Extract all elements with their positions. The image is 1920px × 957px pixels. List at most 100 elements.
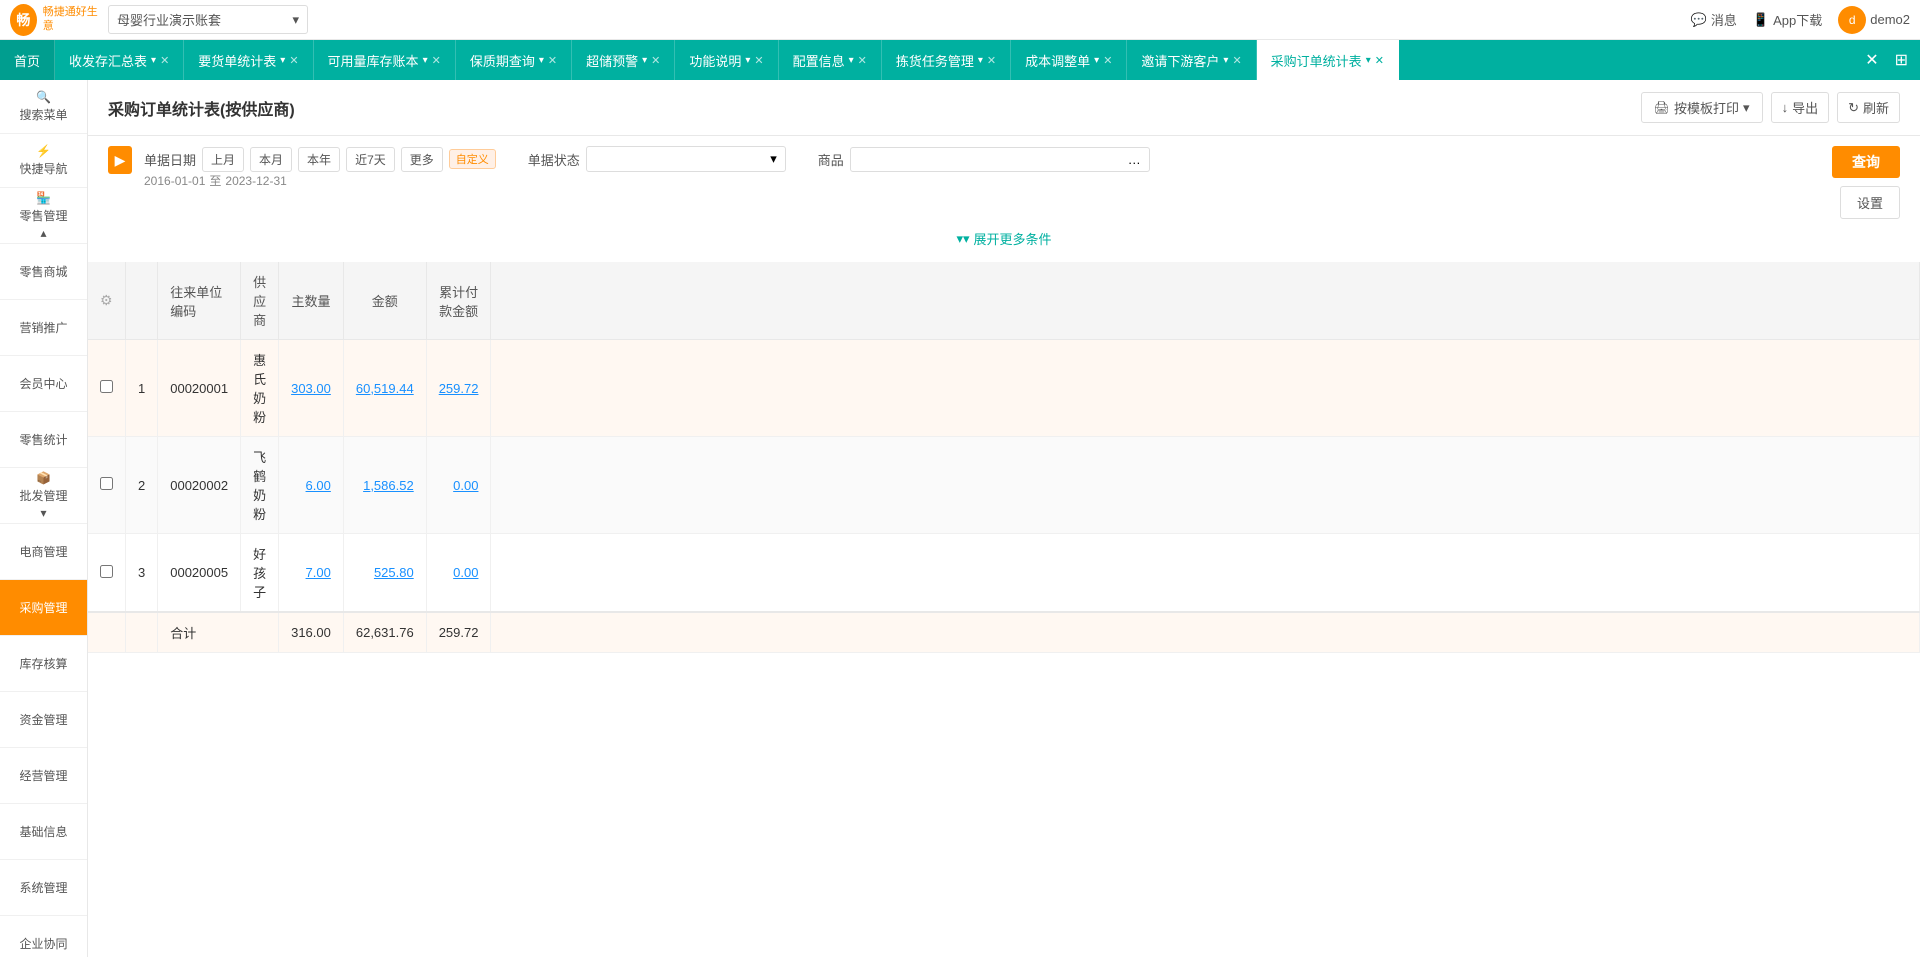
- sidebar-item-inventory-check[interactable]: 库存核算: [0, 636, 87, 692]
- row-check-input[interactable]: [100, 380, 113, 393]
- column-settings-icon[interactable]: ⚙: [100, 292, 113, 308]
- sidebar-item-fund-mgmt[interactable]: 资金管理: [0, 692, 87, 748]
- query-button[interactable]: 查询: [1832, 146, 1900, 178]
- app-download-btn[interactable]: 📱 App下载: [1753, 10, 1822, 29]
- sidebar-item-retail-mgmt[interactable]: 🏪 零售管理 ▴: [0, 188, 87, 244]
- tab-overstock[interactable]: 超储预警 ▾ ✕: [572, 40, 675, 80]
- purchase-mgmt-label: 采购管理: [19, 599, 67, 616]
- date-custom-tag: 自定义: [449, 149, 496, 169]
- table-area: ⚙ 往来单位编码 供应商 主数量 金额 累计付款金额 1: [88, 262, 1920, 957]
- date-btn-cur-year[interactable]: 本年: [298, 147, 340, 172]
- sidebar-item-enterprise-collab[interactable]: 企业协同: [0, 916, 87, 957]
- row-index: 3: [126, 534, 158, 613]
- row-supplier-name: 好孩子: [241, 534, 279, 613]
- row-checkbox[interactable]: [88, 340, 126, 437]
- sidebar-item-search[interactable]: 🔍 搜索菜单: [0, 80, 87, 134]
- row-amount[interactable]: 525.80: [343, 534, 426, 613]
- settings-button[interactable]: 设置: [1840, 186, 1900, 219]
- sidebar-item-retail-stats[interactable]: 零售统计: [0, 412, 87, 468]
- row-check-input[interactable]: [100, 565, 113, 578]
- tab-home[interactable]: 首页: [0, 40, 55, 80]
- tab-inventory-ledger-close[interactable]: ✕: [432, 54, 441, 67]
- app-download-icon: 📱: [1753, 12, 1769, 28]
- tab-pick-task[interactable]: 拣货任务管理 ▾ ✕: [882, 40, 1011, 80]
- date-btn-7days[interactable]: 近7天: [346, 147, 395, 172]
- row-amount[interactable]: 60,519.44: [343, 340, 426, 437]
- sidebar-item-ecommerce[interactable]: 电商管理: [0, 524, 87, 580]
- sidebar-quick-nav-label: 快捷导航: [19, 160, 67, 177]
- expand-icon: ▾▾: [956, 231, 969, 247]
- sidebar-item-retail-mall[interactable]: 零售商城: [0, 244, 87, 300]
- refresh-button[interactable]: ↻ 刷新: [1837, 92, 1900, 123]
- row-amount[interactable]: 1,586.52: [343, 437, 426, 534]
- tab-warranty-close[interactable]: ✕: [548, 54, 557, 67]
- tab-order-stats-close[interactable]: ✕: [289, 54, 298, 67]
- sidebar-item-quick-nav[interactable]: ⚡ 快捷导航: [0, 134, 87, 188]
- tab-pick-task-label: 拣货任务管理: [896, 51, 974, 70]
- tab-warranty[interactable]: 保质期查询 ▾ ✕: [456, 40, 572, 80]
- sidebar-item-purchase-mgmt[interactable]: 采购管理: [0, 580, 87, 636]
- row-supplier-code: 00020001: [158, 340, 241, 437]
- tab-invite-downstream-label: 邀请下游客户: [1141, 51, 1219, 70]
- expand-tabs-btn[interactable]: ⊞: [1891, 46, 1912, 74]
- tab-purchase-stats[interactable]: 采购订单统计表 ▾ ✕: [1257, 40, 1399, 80]
- row-quantity[interactable]: 7.00: [279, 534, 344, 613]
- th-settings[interactable]: ⚙: [88, 262, 126, 340]
- tab-config-close[interactable]: ✕: [858, 54, 867, 67]
- row-paid-amount[interactable]: 0.00: [426, 437, 491, 534]
- tab-invite-downstream[interactable]: 邀请下游客户 ▾ ✕: [1127, 40, 1256, 80]
- tab-receive-send-close[interactable]: ✕: [160, 54, 169, 67]
- print-button[interactable]: 🖨 按模板打印 ▾: [1641, 92, 1763, 123]
- tab-cost-adjust-close[interactable]: ✕: [1103, 54, 1112, 67]
- date-btn-cur-month[interactable]: 本月: [250, 147, 292, 172]
- sidebar-item-basic-info[interactable]: 基础信息: [0, 804, 87, 860]
- avatar-initials: d: [1849, 13, 1856, 27]
- row-checkbox[interactable]: [88, 437, 126, 534]
- sidebar-item-batch-mgmt[interactable]: 📦 批发管理 ▾: [0, 468, 87, 524]
- tab-cost-adjust-arrow: ▾: [1094, 55, 1099, 66]
- expand-more-btn[interactable]: ▾▾ 展开更多条件: [108, 225, 1900, 252]
- tab-func-desc[interactable]: 功能说明 ▾ ✕: [675, 40, 778, 80]
- tab-func-desc-close[interactable]: ✕: [754, 54, 763, 67]
- row-quantity[interactable]: 6.00: [279, 437, 344, 534]
- tab-pick-task-close[interactable]: ✕: [987, 54, 996, 67]
- tab-cost-adjust[interactable]: 成本调整单 ▾ ✕: [1011, 40, 1127, 80]
- filter-row-1: 单据日期 上月 本月 本年 近7天 更多 自定义 单据状态: [144, 146, 1820, 172]
- tab-overstock-close[interactable]: ✕: [651, 54, 660, 67]
- user-area[interactable]: d demo2: [1838, 6, 1910, 34]
- tab-inventory-ledger[interactable]: 可用量库存账本 ▾ ✕: [314, 40, 456, 80]
- row-paid-amount[interactable]: 0.00: [426, 534, 491, 613]
- row-checkbox[interactable]: [88, 534, 126, 613]
- status-dropdown[interactable]: ▾: [586, 146, 786, 172]
- tab-purchase-stats-close[interactable]: ✕: [1375, 54, 1384, 67]
- tab-warranty-arrow: ▾: [539, 55, 544, 66]
- logo-icon: 畅: [10, 4, 37, 36]
- top-right-area: 💬 消息 📱 App下载 d demo2: [1691, 6, 1910, 34]
- row-quantity[interactable]: 303.00: [279, 340, 344, 437]
- sidebar-item-ops-mgmt[interactable]: 经营管理: [0, 748, 87, 804]
- tab-receive-send[interactable]: 收发存汇总表 ▾ ✕: [55, 40, 184, 80]
- quick-nav-icon: ⚡: [36, 144, 51, 158]
- filter-collapse-button[interactable]: ▶: [108, 146, 132, 174]
- message-btn[interactable]: 💬 消息: [1691, 10, 1737, 29]
- date-btn-more[interactable]: 更多: [401, 147, 443, 172]
- logo-text: 畅捷通好生意: [43, 6, 98, 32]
- row-paid-amount[interactable]: 259.72: [426, 340, 491, 437]
- tab-invite-downstream-close[interactable]: ✕: [1232, 54, 1241, 67]
- workspace-selector[interactable]: 母婴行业演示账套 ▾: [108, 5, 308, 34]
- tab-order-stats[interactable]: 要货单统计表 ▾ ✕: [184, 40, 313, 80]
- date-btn-prev-month[interactable]: 上月: [202, 147, 244, 172]
- retail-mgmt-icon: 🏪: [36, 191, 51, 205]
- goods-input[interactable]: …: [850, 147, 1150, 172]
- row-check-input[interactable]: [100, 477, 113, 490]
- sidebar-item-system-mgmt[interactable]: 系统管理: [0, 860, 87, 916]
- th-supplier-name: 供应商: [241, 262, 279, 340]
- tab-config[interactable]: 配置信息 ▾ ✕: [779, 40, 882, 80]
- sidebar-item-marketing[interactable]: 营销推广: [0, 300, 87, 356]
- data-table: ⚙ 往来单位编码 供应商 主数量 金额 累计付款金额 1: [88, 262, 1920, 653]
- sidebar-item-member-center[interactable]: 会员中心: [0, 356, 87, 412]
- tab-receive-send-label: 收发存汇总表: [69, 51, 147, 70]
- table-row: 2 00020002 飞鹤奶粉 6.00 1,586.52 0.00: [88, 437, 1920, 534]
- export-button[interactable]: ↓ 导出: [1771, 92, 1830, 123]
- close-all-tabs-btn[interactable]: ✕: [1861, 46, 1882, 74]
